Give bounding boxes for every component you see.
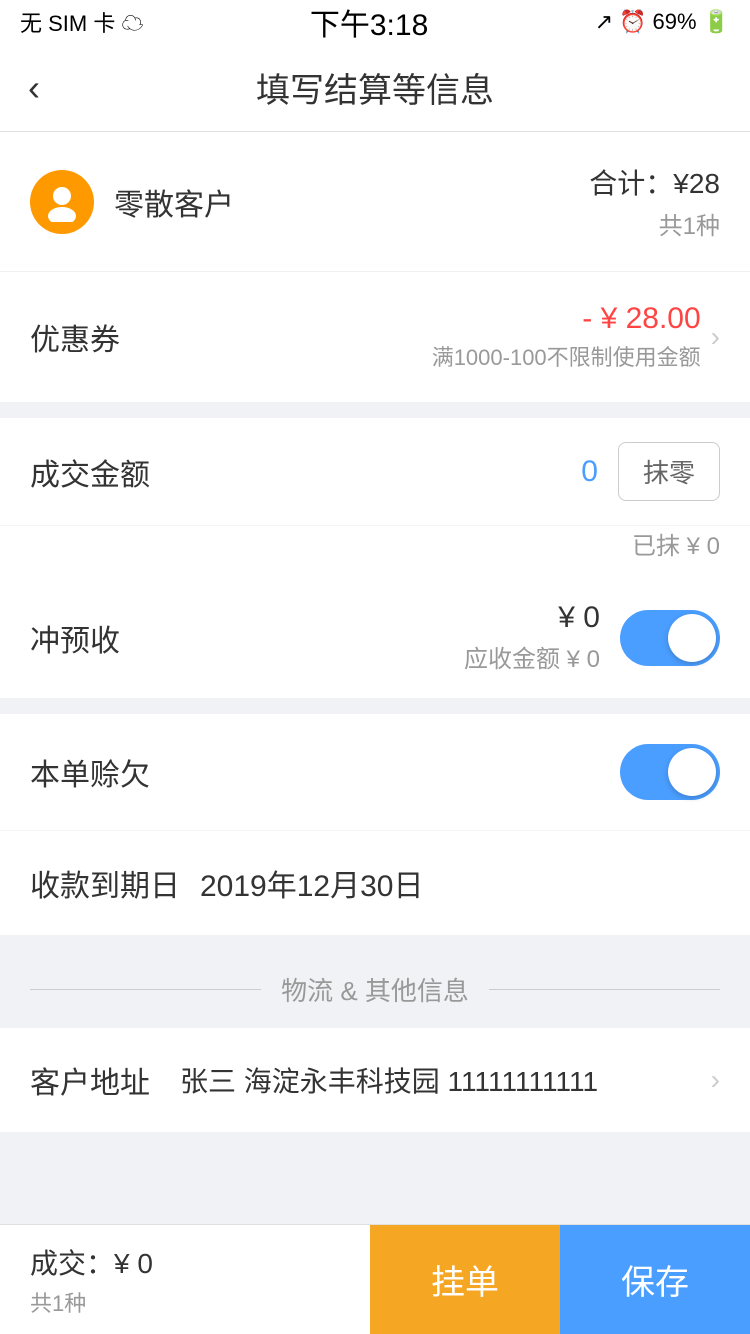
customer-name: 零散客户 <box>114 180 234 224</box>
bottom-summary: 成交：¥ 0 共1种 <box>0 1242 370 1318</box>
bottom-deal-value: ¥ 0 <box>114 1248 153 1279</box>
coupon-right: - ¥ 28.00 满1000-100不限制使用金额 › <box>432 302 720 372</box>
advance-amount: ¥ 0 <box>464 601 600 635</box>
coupon-row[interactable]: 优惠券 - ¥ 28.00 满1000-100不限制使用金额 › <box>0 271 750 402</box>
hold-button[interactable]: 挂单 <box>370 1225 560 1334</box>
coupon-amount: - ¥ 28.00 <box>432 302 701 336</box>
deal-amount-right: 0 抹零 <box>581 442 720 501</box>
due-date-row: 收款到期日 2019年12月30日 <box>0 830 750 935</box>
debt-toggle[interactable] <box>620 744 720 800</box>
debt-label: 本单赊欠 <box>30 750 150 794</box>
round-zero-button[interactable]: 抹零 <box>618 442 720 501</box>
status-left: 无 SIM 卡 ☁ <box>20 6 143 38</box>
navigation-icon: ↗ <box>595 9 613 35</box>
status-right: ↗ ⏰ 69% 🔋 <box>595 9 730 35</box>
customer-count: 共1种 <box>589 206 720 241</box>
debt-toggle-knob <box>668 748 716 796</box>
chevron-right-icon: › <box>711 321 720 353</box>
bottom-count: 共1种 <box>30 1286 340 1318</box>
customer-left: 零散客户 <box>30 170 234 234</box>
address-chevron-icon: › <box>711 1064 720 1096</box>
logistics-divider: 物流 & 其他信息 <box>0 951 750 1028</box>
customer-total: 合计：¥28 <box>589 162 720 202</box>
bottom-deal-label: 成交： <box>30 1248 114 1279</box>
avatar-icon <box>42 182 82 222</box>
page-title: 填写结算等信息 <box>256 63 494 112</box>
coupon-info: - ¥ 28.00 满1000-100不限制使用金额 <box>432 302 701 372</box>
battery-level: 69% <box>653 9 697 35</box>
coupon-label: 优惠券 <box>30 315 120 359</box>
toggle-knob <box>668 614 716 662</box>
deal-section: 成交金额 0 抹零 已抹 ¥ 0 冲预收 ¥ 0 应收金额 ¥ 0 <box>0 418 750 698</box>
customer-right: 合计：¥28 共1种 <box>589 162 720 241</box>
back-button[interactable]: ‹ <box>28 67 40 109</box>
due-date-label: 收款到期日 <box>30 861 180 905</box>
battery-icon: 🔋 <box>703 9 730 35</box>
deal-amount-value[interactable]: 0 <box>581 455 598 489</box>
address-value: 张三 海淀永丰科技园 11111111111 <box>180 1060 711 1100</box>
bottom-bar: 成交：¥ 0 共1种 挂单 保存 <box>0 1224 750 1334</box>
divider-line-right <box>489 989 720 990</box>
advance-info: ¥ 0 应收金额 ¥ 0 <box>464 601 600 674</box>
customer-avatar <box>30 170 94 234</box>
status-time: 下午3:18 <box>310 0 428 44</box>
save-button[interactable]: 保存 <box>560 1225 750 1334</box>
debt-row: 本单赊欠 <box>0 714 750 830</box>
advance-sub: 应收金额 ¥ 0 <box>464 639 600 674</box>
address-section: 客户地址 张三 海淀永丰科技园 11111111111 › <box>0 1028 750 1132</box>
deal-amount-sub-row: 已抹 ¥ 0 <box>0 526 750 577</box>
logistics-label: 物流 & 其他信息 <box>281 971 469 1008</box>
advance-row: 冲预收 ¥ 0 应收金额 ¥ 0 <box>0 577 750 698</box>
advance-toggle[interactable] <box>620 610 720 666</box>
coupon-desc: 满1000-100不限制使用金额 <box>432 340 701 372</box>
customer-section: 零散客户 合计：¥28 共1种 优惠券 - ¥ 28.00 满1000-100不… <box>0 132 750 402</box>
debt-section: 本单赊欠 收款到期日 2019年12月30日 <box>0 714 750 935</box>
customer-row: 零散客户 合计：¥28 共1种 <box>0 132 750 271</box>
advance-label: 冲预收 <box>30 616 120 660</box>
due-date-value: 2019年12月30日 <box>200 861 423 905</box>
sim-status: 无 SIM 卡 ☁ <box>20 6 143 38</box>
address-label: 客户地址 <box>30 1058 150 1102</box>
address-row[interactable]: 客户地址 张三 海淀永丰科技园 11111111111 › <box>0 1028 750 1132</box>
bottom-deal-row: 成交：¥ 0 <box>30 1242 340 1282</box>
deal-amount-sub: 已抹 ¥ 0 <box>632 533 720 560</box>
deal-amount-row: 成交金额 0 抹零 <box>0 418 750 526</box>
status-bar: 无 SIM 卡 ☁ 下午3:18 ↗ ⏰ 69% 🔋 <box>0 0 750 44</box>
deal-amount-label: 成交金额 <box>30 450 150 494</box>
alarm-icon: ⏰ <box>619 9 646 35</box>
divider-line-left <box>30 989 261 990</box>
nav-bar: ‹ 填写结算等信息 <box>0 44 750 132</box>
advance-right: ¥ 0 应收金额 ¥ 0 <box>464 601 720 674</box>
